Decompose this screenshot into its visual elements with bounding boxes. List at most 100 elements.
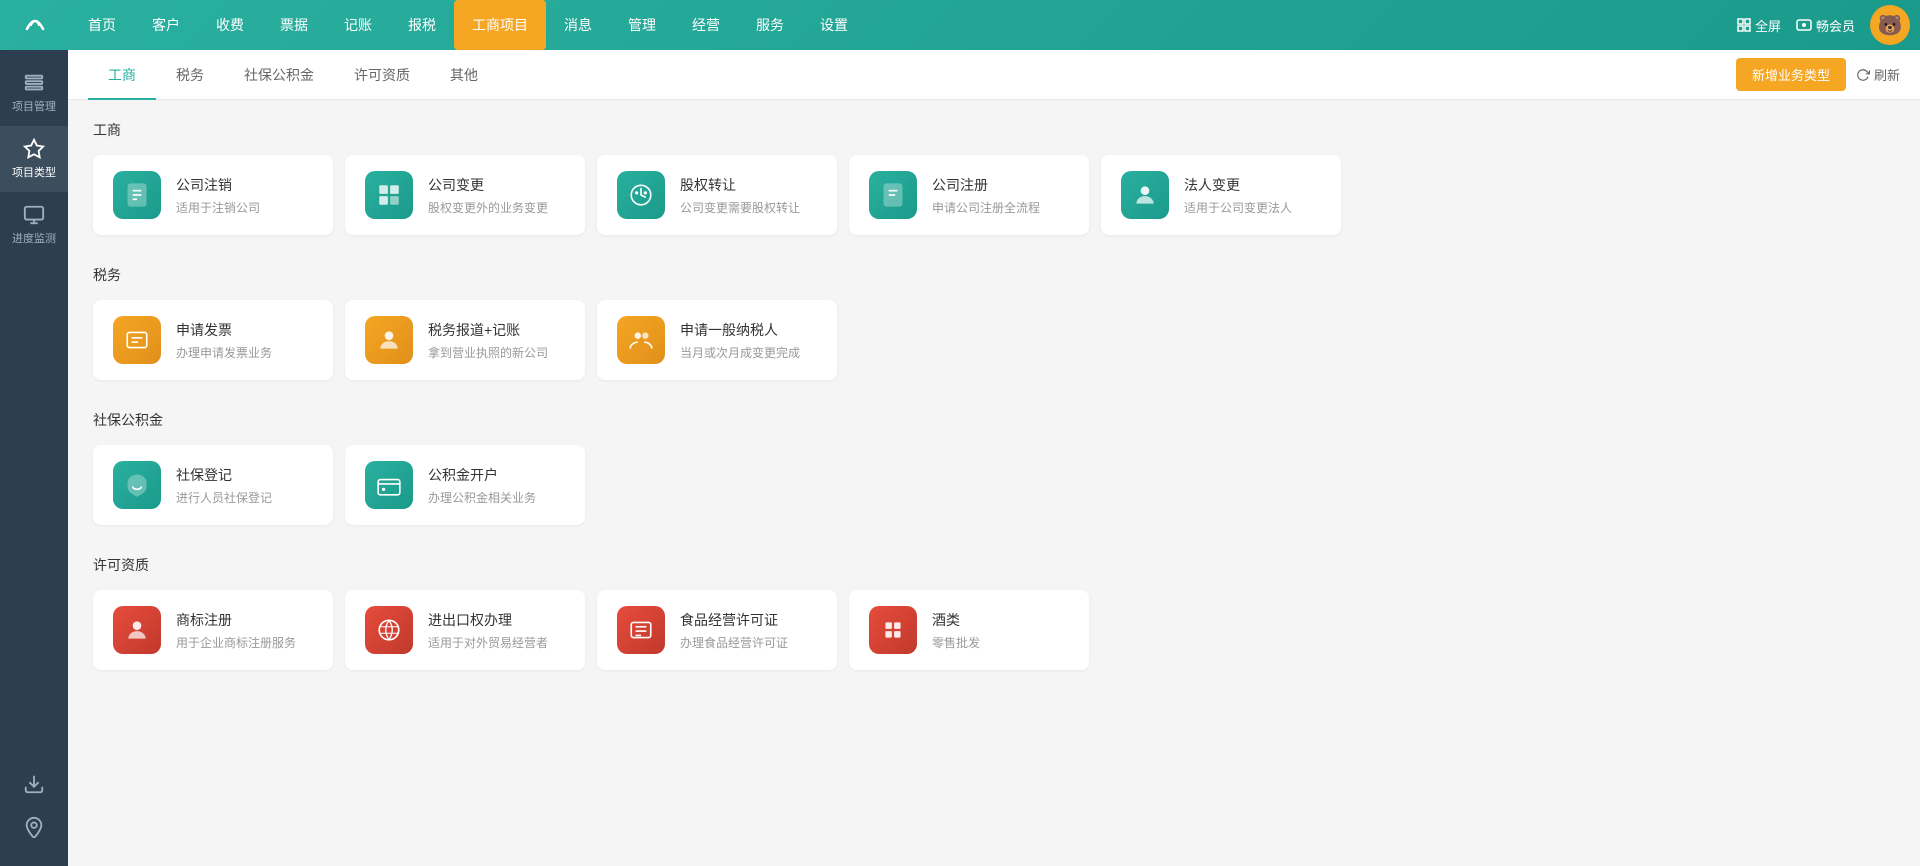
- card-desc-equity-transfer: 公司变更需要股权转让: [680, 199, 817, 216]
- card-icon-equity-transfer: [617, 171, 665, 219]
- refresh-label: 刷新: [1874, 65, 1900, 84]
- fullscreen-button[interactable]: 全屏: [1737, 16, 1781, 35]
- card-title-general-taxpayer: 申请一般纳税人: [680, 320, 817, 340]
- add-type-button[interactable]: 新增业务类型: [1736, 58, 1846, 91]
- card-alcohol[interactable]: 酒类 零售批发: [849, 590, 1089, 670]
- card-provident-fund[interactable]: 公积金开户 办理公积金相关业务: [345, 445, 585, 525]
- card-general-taxpayer[interactable]: 申请一般纳税人 当月或次月成变更完成: [597, 300, 837, 380]
- nav-item-bizproject[interactable]: 工商项目: [454, 0, 546, 50]
- nav-item-message[interactable]: 消息: [546, 0, 610, 50]
- nav-item-settings[interactable]: 设置: [802, 0, 866, 50]
- cards-grid-shebao: 社保登记 进行人员社保登记 公积金: [93, 445, 1895, 525]
- mascot-avatar[interactable]: 🐻: [1870, 5, 1910, 45]
- nav-item-service[interactable]: 服务: [738, 0, 802, 50]
- tab-other[interactable]: 其他: [430, 50, 498, 100]
- card-info-apply-invoice: 申请发票 办理申请发票业务: [176, 320, 313, 361]
- card-info-trademark: 商标注册 用于企业商标注册服务: [176, 610, 313, 651]
- card-desc-alcohol: 零售批发: [932, 634, 1069, 651]
- section-gongshang: 工商 公司注销 适用于注销公司: [93, 120, 1895, 235]
- refresh-button[interactable]: 刷新: [1856, 65, 1900, 84]
- card-desc-tax-bookkeeping: 拿到营业执照的新公司: [428, 344, 565, 361]
- app-logo: [10, 0, 60, 50]
- section-xuke: 许可资质 商标注册 用于企业商标注册服务: [93, 555, 1895, 670]
- nav-item-tax[interactable]: 报税: [390, 0, 454, 50]
- card-icon-food-license: [617, 606, 665, 654]
- card-desc-legal-person-change: 适用于公司变更法人: [1184, 199, 1321, 216]
- section-shuiwu: 税务 申请发票 办理申请发票业务: [93, 265, 1895, 380]
- card-desc-apply-invoice: 办理申请发票业务: [176, 344, 313, 361]
- card-desc-provident-fund: 办理公积金相关业务: [428, 489, 565, 506]
- card-title-provident-fund: 公积金开户: [428, 465, 565, 485]
- card-icon-company-register: [869, 171, 917, 219]
- section-title-shuiwu: 税务: [93, 265, 1895, 285]
- card-import-export[interactable]: 进出口权办理 适用于对外贸易经营者: [345, 590, 585, 670]
- card-icon-apply-invoice: [113, 316, 161, 364]
- sidebar-item-progress-monitor[interactable]: 进度监测: [0, 192, 68, 258]
- sidebar-label-project-type: 项目类型: [12, 164, 56, 180]
- sidebar-label-project-manage: 项目管理: [12, 98, 56, 114]
- sidebar-item-project-manage[interactable]: 项目管理: [0, 60, 68, 126]
- card-desc-company-cancel: 适用于注销公司: [176, 199, 313, 216]
- card-title-legal-person-change: 法人变更: [1184, 175, 1321, 195]
- card-icon-alcohol: [869, 606, 917, 654]
- card-title-social-insurance: 社保登记: [176, 465, 313, 485]
- nav-item-operate[interactable]: 经营: [674, 0, 738, 50]
- card-equity-transfer[interactable]: 股权转让 公司变更需要股权转让: [597, 155, 837, 235]
- sidebar-download-icon[interactable]: [15, 765, 53, 803]
- cards-grid-shuiwu: 申请发票 办理申请发票业务 税务报道+记账: [93, 300, 1895, 380]
- card-company-cancel[interactable]: 公司注销 适用于注销公司: [93, 155, 333, 235]
- card-desc-general-taxpayer: 当月或次月成变更完成: [680, 344, 817, 361]
- card-title-company-register: 公司注册: [932, 175, 1069, 195]
- nav-item-bookkeeping[interactable]: 记账: [326, 0, 390, 50]
- card-food-license[interactable]: 食品经营许可证 办理食品经营许可证: [597, 590, 837, 670]
- card-title-apply-invoice: 申请发票: [176, 320, 313, 340]
- card-icon-general-taxpayer: [617, 316, 665, 364]
- tab-xuke[interactable]: 许可资质: [334, 50, 430, 100]
- card-icon-legal-person-change: [1121, 171, 1169, 219]
- card-tax-bookkeeping[interactable]: 税务报道+记账 拿到营业执照的新公司: [345, 300, 585, 380]
- nav-item-customer[interactable]: 客户: [134, 0, 198, 50]
- card-trademark[interactable]: 商标注册 用于企业商标注册服务: [93, 590, 333, 670]
- card-title-company-change: 公司变更: [428, 175, 565, 195]
- section-title-xuke: 许可资质: [93, 555, 1895, 575]
- tab-shuiwu[interactable]: 税务: [156, 50, 224, 100]
- nav-item-fees[interactable]: 收费: [198, 0, 262, 50]
- card-desc-company-register: 申请公司注册全流程: [932, 199, 1069, 216]
- card-title-alcohol: 酒类: [932, 610, 1069, 630]
- card-icon-tax-bookkeeping: [365, 316, 413, 364]
- nav-item-home[interactable]: 首页: [70, 0, 134, 50]
- card-legal-person-change[interactable]: 法人变更 适用于公司变更法人: [1101, 155, 1341, 235]
- nav-items-list: 首页 客户 收费 票据 记账 报税 工商项目 消息 管理 经营 服务 设置: [70, 0, 1737, 50]
- card-title-import-export: 进出口权办理: [428, 610, 565, 630]
- scroll-content[interactable]: 工商 公司注销 适用于注销公司: [68, 100, 1920, 866]
- nav-item-bills[interactable]: 票据: [262, 0, 326, 50]
- card-icon-company-change: [365, 171, 413, 219]
- tab-shebao[interactable]: 社保公积金: [224, 50, 334, 100]
- nav-item-manage[interactable]: 管理: [610, 0, 674, 50]
- section-shebao: 社保公积金 社保登记 进行人员社保登记: [93, 410, 1895, 525]
- card-desc-food-license: 办理食品经营许可证: [680, 634, 817, 651]
- card-icon-social-insurance: [113, 461, 161, 509]
- card-info-general-taxpayer: 申请一般纳税人 当月或次月成变更完成: [680, 320, 817, 361]
- card-icon-provident-fund: [365, 461, 413, 509]
- card-apply-invoice[interactable]: 申请发票 办理申请发票业务: [93, 300, 333, 380]
- sidebar-item-project-type[interactable]: 项目类型: [0, 126, 68, 192]
- card-info-company-cancel: 公司注销 适用于注销公司: [176, 175, 313, 216]
- card-desc-company-change: 股权变更外的业务变更: [428, 199, 565, 216]
- vip-button[interactable]: 畅会员: [1796, 16, 1855, 35]
- sidebar-location-icon[interactable]: [15, 808, 53, 846]
- card-desc-social-insurance: 进行人员社保登记: [176, 489, 313, 506]
- card-social-insurance[interactable]: 社保登记 进行人员社保登记: [93, 445, 333, 525]
- card-title-equity-transfer: 股权转让: [680, 175, 817, 195]
- content-area: 工商 税务 社保公积金 许可资质 其他 新增业务类型 刷新: [68, 50, 1920, 866]
- tab-gongshang[interactable]: 工商: [88, 50, 156, 100]
- cards-grid-gongshang: 公司注销 适用于注销公司: [93, 155, 1895, 235]
- card-info-tax-bookkeeping: 税务报道+记账 拿到营业执照的新公司: [428, 320, 565, 361]
- card-company-change[interactable]: 公司变更 股权变更外的业务变更: [345, 155, 585, 235]
- card-company-register[interactable]: 公司注册 申请公司注册全流程: [849, 155, 1089, 235]
- card-info-company-change: 公司变更 股权变更外的业务变更: [428, 175, 565, 216]
- card-title-trademark: 商标注册: [176, 610, 313, 630]
- card-info-legal-person-change: 法人变更 适用于公司变更法人: [1184, 175, 1321, 216]
- card-icon-import-export: [365, 606, 413, 654]
- card-title-company-cancel: 公司注销: [176, 175, 313, 195]
